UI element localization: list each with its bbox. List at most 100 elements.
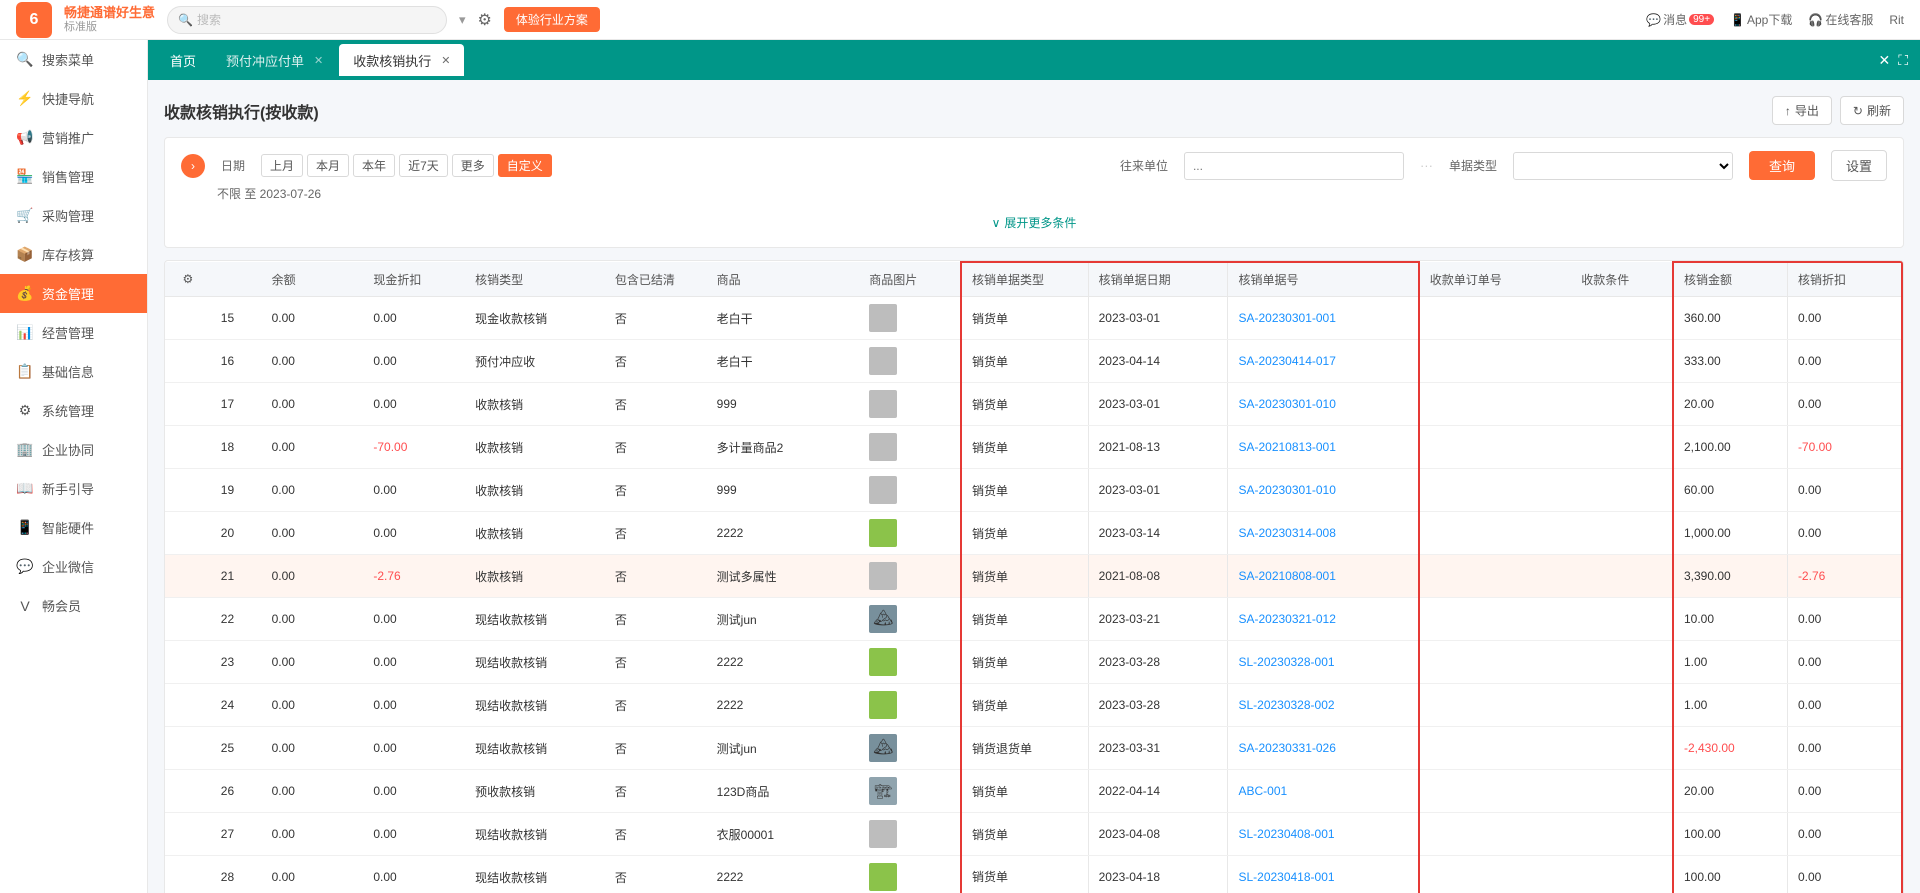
col-cancel-bill-no-cell[interactable]: SL-20230328-001 (1228, 641, 1419, 684)
sidebar-item-enterprise[interactable]: 🏢 企业协同 (0, 430, 147, 469)
from-unit-input[interactable] (1184, 152, 1404, 180)
col-cancel-discount-cell: -70.00 (1787, 426, 1902, 469)
col-seq-cell: 19 (211, 469, 262, 512)
col-product-cell: 多计量商品2 (707, 426, 860, 469)
export-btn[interactable]: ↑ 导出 (1772, 96, 1832, 125)
col-cancel-discount-cell: 0.00 (1787, 340, 1902, 383)
close-all-icon[interactable]: ✕ (1878, 52, 1890, 69)
cancel-bill-no-link[interactable]: SA-20230314-008 (1238, 526, 1335, 540)
col-cancel-bill-no-cell[interactable]: SL-20230418-001 (1228, 856, 1419, 893)
col-cancel-bill-type-cell: 销货单 (961, 297, 1088, 340)
online-service-btn[interactable]: 🎧 在线客服 (1808, 11, 1873, 28)
col-cancel-type-cell: 预付冲应收 (465, 340, 605, 383)
col-cancel-bill-no-cell[interactable]: SL-20230408-001 (1228, 813, 1419, 856)
cancel-bill-no-link[interactable]: SL-20230328-002 (1238, 698, 1334, 712)
sidebar-item-system[interactable]: ⚙ 系统管理 (0, 391, 147, 430)
col-receipt-condition-header: 收款条件 (1571, 262, 1673, 297)
cancel-bill-no-link[interactable]: SA-20210808-001 (1238, 569, 1335, 583)
date-btn-7days[interactable]: 近7天 (399, 154, 448, 177)
sidebar-item-search-menu[interactable]: 🔍 搜索菜单 (0, 40, 147, 79)
tab-receipt-cancel[interactable]: 收款核销执行 ✕ (339, 44, 464, 76)
col-cancel-bill-no-cell[interactable]: SA-20230301-001 (1228, 297, 1419, 340)
user-name[interactable]: Rit (1889, 13, 1904, 27)
sidebar-item-basic-info[interactable]: 📋 基础信息 (0, 352, 147, 391)
inventory-icon: 📦 (16, 246, 34, 264)
filter-area: › 日期 上月 本月 本年 近7天 更多 自定义 往来单位 ··· 单据类型 (164, 137, 1904, 248)
col-cancel-bill-no-cell[interactable]: SA-20210813-001 (1228, 426, 1419, 469)
tab-bar-right: ✕ ⛶ (1878, 52, 1912, 69)
col-cancel-bill-no-cell[interactable]: SL-20230328-002 (1228, 684, 1419, 727)
gear-icon[interactable]: ⚙ (478, 10, 492, 30)
sidebar-item-smart-hw[interactable]: 📱 智能硬件 (0, 508, 147, 547)
sidebar-item-label: 采购管理 (42, 206, 94, 225)
sidebar-item-quick-nav[interactable]: ⚡ 快捷导航 (0, 79, 147, 118)
col-cancel-bill-no-cell[interactable]: ABC-001 (1228, 770, 1419, 813)
cancel-bill-no-link[interactable]: SL-20230408-001 (1238, 827, 1334, 841)
cancel-bill-no-link[interactable]: SA-20230331-026 (1238, 741, 1335, 755)
filter-settings-btn[interactable]: 设置 (1831, 150, 1887, 181)
date-btn-prev-month[interactable]: 上月 (261, 154, 303, 177)
sidebar-item-purchase[interactable]: 🛒 采购管理 (0, 196, 147, 235)
date-label: 日期 (221, 157, 245, 174)
date-btn-this-month[interactable]: 本月 (307, 154, 349, 177)
fullscreen-icon[interactable]: ⛶ (1898, 52, 1908, 69)
message-btn[interactable]: 💬 消息 99+ (1646, 11, 1714, 28)
cancel-bill-no-link[interactable]: SA-20230301-010 (1238, 397, 1335, 411)
cancel-bill-no-link[interactable]: SA-20230301-001 (1238, 311, 1335, 325)
col-cancel-bill-no-cell[interactable]: SA-20230301-010 (1228, 469, 1419, 512)
cancel-bill-no-link[interactable]: SA-20230321-012 (1238, 612, 1335, 626)
col-receipt-order-no-cell (1419, 856, 1572, 893)
date-btn-this-year[interactable]: 本年 (353, 154, 395, 177)
sidebar-item-inventory[interactable]: 📦 库存核算 (0, 235, 147, 274)
cancel-bill-no-link[interactable]: SA-20230414-017 (1238, 354, 1335, 368)
col-cancel-bill-no-cell[interactable]: SA-20230301-010 (1228, 383, 1419, 426)
sidebar-item-finance[interactable]: 💰 资金管理 (0, 274, 147, 313)
query-btn[interactable]: 查询 (1749, 151, 1815, 180)
sidebar-item-member[interactable]: V 畅会员 (0, 586, 147, 625)
dropdown-icon[interactable]: ▾ (459, 12, 466, 28)
tab-home[interactable]: 首页 (156, 44, 210, 76)
main-layout: 🔍 搜索菜单 ⚡ 快捷导航 📢 营销推广 🏪 销售管理 🛒 采购管理 📦 库存核… (0, 40, 1920, 893)
sidebar-item-marketing[interactable]: 📢 营销推广 (0, 118, 147, 157)
col-cancel-bill-no-cell[interactable]: SA-20230314-008 (1228, 512, 1419, 555)
tab-prepay-label: 预付冲应付单 (226, 51, 304, 70)
col-settings-cell (165, 383, 211, 426)
date-btn-more[interactable]: 更多 (452, 154, 494, 177)
col-product-image-cell (859, 426, 961, 469)
col-seq-cell: 25 (211, 727, 262, 770)
sidebar-item-wechat[interactable]: 💬 企业微信 (0, 547, 147, 586)
col-cancel-bill-no-cell[interactable]: SA-20230331-026 (1228, 727, 1419, 770)
cancel-bill-no-link[interactable]: SA-20210813-001 (1238, 440, 1335, 454)
cancel-bill-no-link[interactable]: SL-20230328-001 (1238, 655, 1334, 669)
col-product-cell: 老白干 (707, 297, 860, 340)
expand-more-btn[interactable]: ∨ 展开更多条件 (181, 210, 1887, 235)
trial-btn[interactable]: 体验行业方案 (504, 7, 600, 32)
col-receipt-condition-cell (1571, 426, 1673, 469)
sidebar-item-sales[interactable]: 🏪 销售管理 (0, 157, 147, 196)
col-balance-cell: 0.00 (262, 555, 364, 598)
global-search[interactable]: 🔍 搜索 (167, 6, 447, 34)
col-cancel-type-cell: 收款核销 (465, 512, 605, 555)
col-cash-discount-cell: -70.00 (363, 426, 465, 469)
sidebar-item-beginner[interactable]: 📖 新手引导 (0, 469, 147, 508)
date-btn-custom[interactable]: 自定义 (498, 154, 552, 177)
sidebar-item-operations[interactable]: 📊 经营管理 (0, 313, 147, 352)
cancel-bill-no-link[interactable]: SL-20230418-001 (1238, 870, 1334, 884)
filter-toggle-btn[interactable]: › (181, 154, 205, 178)
member-icon: V (16, 597, 34, 615)
app-download-btn[interactable]: 📱 App下载 (1730, 11, 1792, 28)
col-settings-header[interactable]: ⚙ (165, 262, 211, 297)
tab-prepay-close[interactable]: ✕ (314, 54, 323, 67)
cancel-bill-no-link[interactable]: SA-20230301-010 (1238, 483, 1335, 497)
tab-prepay[interactable]: 预付冲应付单 ✕ (212, 44, 337, 76)
tab-receipt-cancel-close[interactable]: ✕ (441, 54, 450, 67)
refresh-btn[interactable]: ↻ 刷新 (1840, 96, 1904, 125)
col-cancel-bill-no-cell[interactable]: SA-20230414-017 (1228, 340, 1419, 383)
receipt-type-select[interactable] (1513, 152, 1733, 180)
col-cancel-bill-no-cell[interactable]: SA-20230321-012 (1228, 598, 1419, 641)
col-cancel-bill-no-cell[interactable]: SA-20210808-001 (1228, 555, 1419, 598)
col-include-settled-cell: 否 (605, 383, 707, 426)
cancel-bill-no-link[interactable]: ABC-001 (1238, 784, 1287, 798)
col-product-cell: 测试jun (707, 727, 860, 770)
col-include-settled-cell: 否 (605, 340, 707, 383)
